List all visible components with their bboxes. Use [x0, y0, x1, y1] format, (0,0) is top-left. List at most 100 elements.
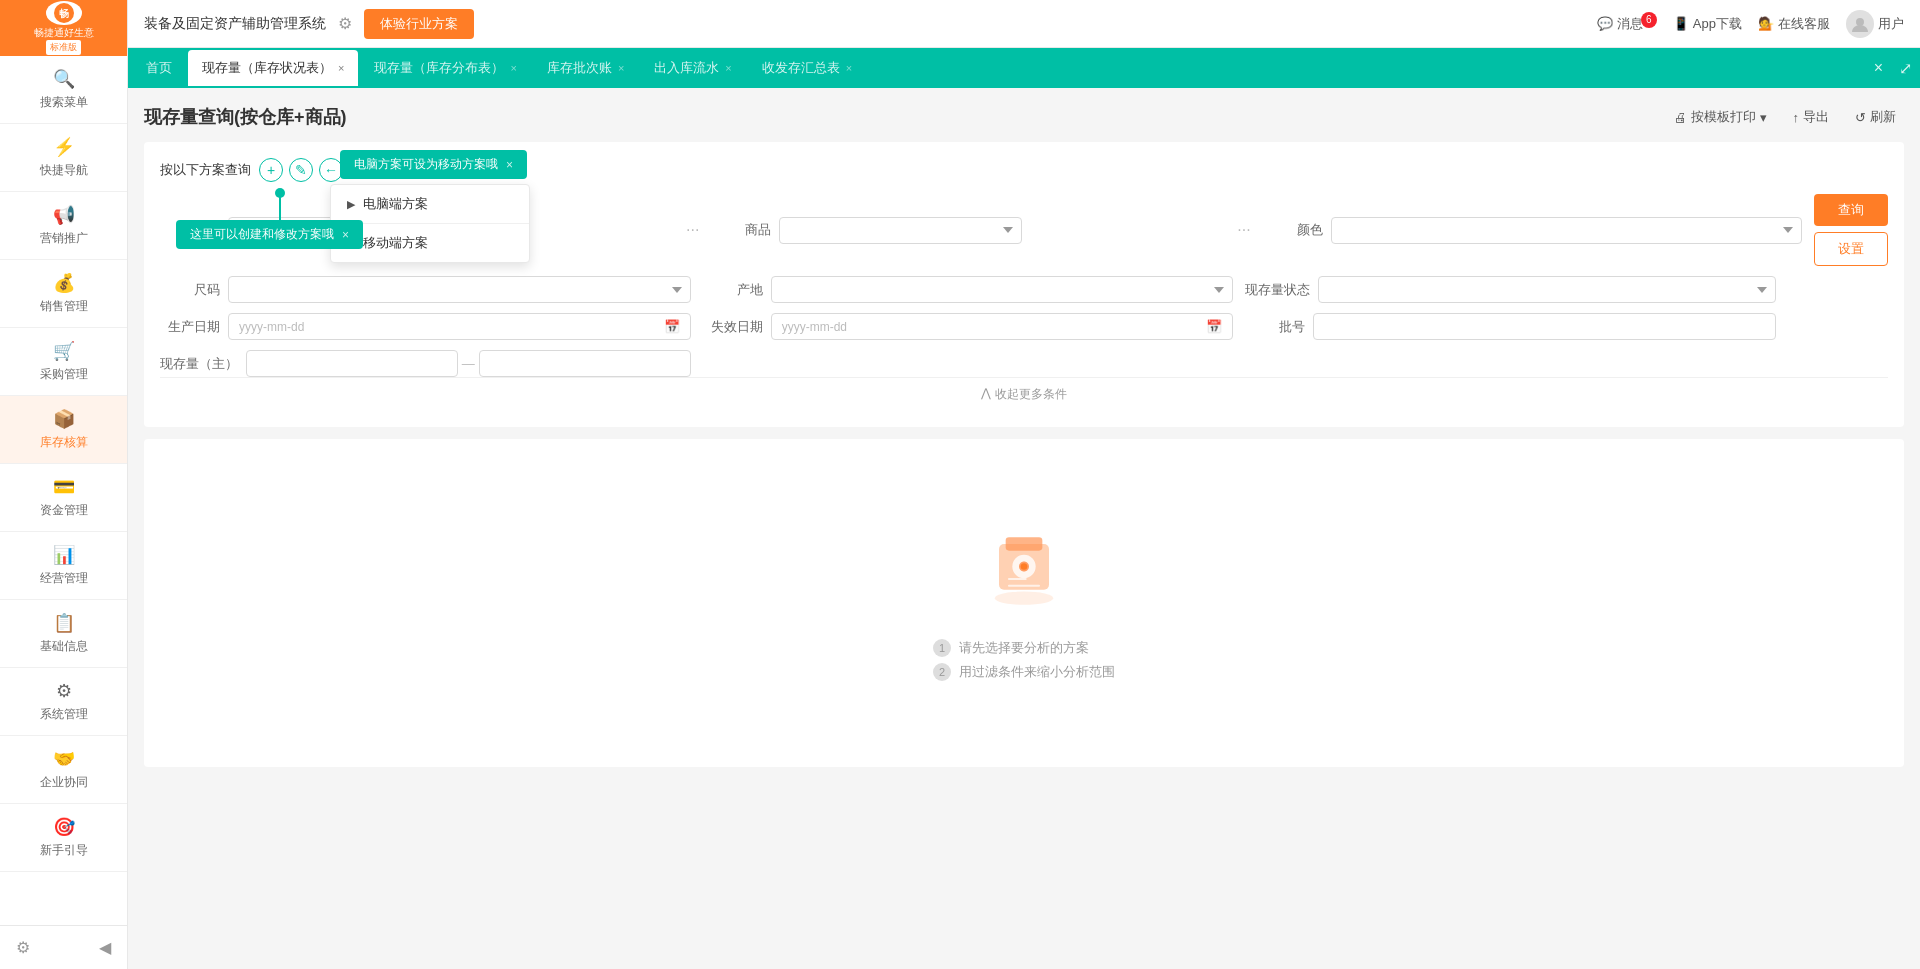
range-dash: —: [462, 356, 475, 371]
sidebar-item-finance[interactable]: 💳 资金管理: [0, 464, 127, 532]
footer-settings-icon[interactable]: ⚙: [16, 938, 30, 957]
system-title: 装备及固定资产辅助管理系统: [144, 15, 326, 33]
basic-icon: 📋: [53, 612, 75, 634]
messages-btn[interactable]: 💬 消息 6: [1597, 15, 1657, 33]
topbar-settings-icon[interactable]: ⚙: [338, 14, 352, 33]
batch-label: 批号: [1245, 318, 1305, 336]
sidebar-item-collab[interactable]: 🤝 企业协同: [0, 736, 127, 804]
sidebar-item-sales[interactable]: 💰 销售管理: [0, 260, 127, 328]
footer-collapse-icon[interactable]: ◀: [99, 938, 111, 957]
tab-summary[interactable]: 收发存汇总表 ×: [748, 50, 866, 86]
batch-input[interactable]: [1313, 313, 1776, 340]
color-select[interactable]: [1331, 217, 1802, 244]
stock-main-to[interactable]: [479, 350, 691, 377]
scheme-tooltip: 电脑方案可设为移动方案哦 ×: [340, 150, 527, 179]
hint-num-2: 2: [933, 663, 951, 681]
scheme-tooltip-close[interactable]: ×: [506, 158, 513, 172]
sidebar-item-basic[interactable]: 📋 基础信息: [0, 600, 127, 668]
edit-tooltip: 这里可以创建和修改方案哦 ×: [176, 220, 363, 249]
scheme-pc[interactable]: ▶ 电脑端方案: [331, 185, 529, 224]
tab-close-inout[interactable]: ×: [725, 62, 731, 74]
sidebar-item-stock[interactable]: 📦 库存核算: [0, 396, 127, 464]
sidebar: 畅 畅捷通好生意 标准版 🔍 搜索菜单 ⚡ 快捷导航 📢 营销推广 💰 销售管理…: [0, 0, 128, 969]
filter-area: 按以下方案查询 + ✎ ← 电脑方案可设为移动方案哦: [144, 142, 1904, 427]
message-badge: 6: [1641, 12, 1657, 28]
svg-point-3: [995, 592, 1053, 605]
logo-text: 畅捷通好生意: [34, 27, 94, 39]
search-icon: 🔍: [53, 68, 75, 90]
produce-date-placeholder: yyyy-mm-dd: [239, 320, 304, 334]
filter-label: 按以下方案查询: [160, 161, 251, 179]
reset-btn[interactable]: 设置: [1814, 232, 1888, 266]
tab-stock-dist[interactable]: 现存量（库存分布表） ×: [360, 50, 530, 86]
tab-close-summary[interactable]: ×: [846, 62, 852, 74]
add-icon: +: [267, 162, 275, 178]
tabbar-right: × ⤢: [1870, 55, 1916, 82]
logo-icon: 畅: [46, 1, 82, 25]
product-dots: ···: [1030, 221, 1251, 239]
page-header: 现存量查询(按仓库+商品) 🖨 按模板打印 ▾ ↑ 导出 ↺ 刷新: [144, 104, 1904, 130]
query-btn[interactable]: 查询: [1814, 194, 1888, 226]
sidebar-item-guide[interactable]: 🎯 新手引导: [0, 804, 127, 872]
tab-home[interactable]: 首页: [132, 50, 186, 86]
tab-batch[interactable]: 库存批次账 ×: [533, 50, 638, 86]
edit-tooltip-close[interactable]: ×: [342, 228, 349, 242]
sidebar-item-purchase[interactable]: 🛒 采购管理: [0, 328, 127, 396]
experience-btn[interactable]: 体验行业方案: [364, 9, 474, 39]
content: 现存量查询(按仓库+商品) 🖨 按模板打印 ▾ ↑ 导出 ↺ 刷新: [128, 88, 1920, 969]
filter-cell-color: 颜色: [1263, 217, 1802, 244]
sidebar-item-marketing[interactable]: 📢 营销推广: [0, 192, 127, 260]
tab-inout[interactable]: 出入库流水 ×: [640, 50, 745, 86]
expire-date-input[interactable]: yyyy-mm-dd 📅: [771, 313, 1234, 340]
tab-close-stock-status[interactable]: ×: [338, 62, 344, 74]
stock-main-from[interactable]: [246, 350, 458, 377]
size-label: 尺码: [160, 281, 220, 299]
collapse-bar[interactable]: ⋀ 收起更多条件: [160, 377, 1888, 411]
filter-row-2: 尺码 产地 现存量状态: [160, 276, 1888, 303]
logo-badge: 标准版: [46, 40, 81, 55]
refresh-btn[interactable]: ↺ 刷新: [1847, 104, 1904, 130]
tab-close-stock-dist[interactable]: ×: [510, 62, 516, 74]
main-area: 装备及固定资产辅助管理系统 ⚙ 体验行业方案 💬 消息 6 📱 App下载 💁 …: [128, 0, 1920, 969]
app-download-btn[interactable]: 📱 App下载: [1673, 15, 1742, 33]
fullscreen-icon[interactable]: ⤢: [1895, 55, 1916, 82]
pc-arrow-icon: ▶: [347, 198, 355, 211]
hint-1: 1 请先选择要分析的方案: [933, 639, 1115, 657]
hint-num-1: 1: [933, 639, 951, 657]
guide-icon: 🎯: [53, 816, 75, 838]
stock-status-select[interactable]: [1318, 276, 1776, 303]
service-icon: 💁: [1758, 16, 1774, 31]
add-scheme-btn[interactable]: +: [259, 158, 283, 182]
hint-2: 2 用过滤条件来缩小分析范围: [933, 663, 1115, 681]
sidebar-item-management[interactable]: 📊 经营管理: [0, 532, 127, 600]
print-dropdown-icon: ▾: [1760, 110, 1767, 125]
color-label: 颜色: [1263, 221, 1323, 239]
svg-text:畅: 畅: [59, 8, 69, 19]
topbar-right: 💬 消息 6 📱 App下载 💁 在线客服 用户: [1597, 10, 1904, 38]
edit-scheme-btn[interactable]: ✎: [289, 158, 313, 182]
filter-cell-stock-main: 现存量（主） —: [160, 350, 691, 377]
product-select[interactable]: [779, 217, 1022, 244]
edit-icon: ✎: [295, 162, 307, 178]
empty-illustration: [974, 519, 1074, 619]
filter-header: 按以下方案查询 + ✎ ← 电脑方案可设为移动方案哦: [160, 158, 1888, 182]
product-label: 商品: [711, 221, 771, 239]
user-menu[interactable]: 用户: [1846, 10, 1904, 38]
nav-icon: ⚡: [53, 136, 75, 158]
query-actions: 查询 设置: [1814, 194, 1888, 266]
phone-icon: 📱: [1673, 16, 1689, 31]
message-icon: 💬: [1597, 16, 1613, 31]
print-btn[interactable]: 🖨 按模板打印 ▾: [1666, 104, 1775, 130]
sidebar-item-system[interactable]: ⚙ 系统管理: [0, 668, 127, 736]
size-select[interactable]: [228, 276, 691, 303]
tab-close-batch[interactable]: ×: [618, 62, 624, 74]
online-service-btn[interactable]: 💁 在线客服: [1758, 15, 1830, 33]
origin-select[interactable]: [771, 276, 1234, 303]
tab-stock-status[interactable]: 现存量（库存状况表） ×: [188, 50, 358, 86]
sidebar-item-search[interactable]: 🔍 搜索菜单: [0, 56, 127, 124]
produce-date-input[interactable]: yyyy-mm-dd 📅: [228, 313, 691, 340]
close-all-icon[interactable]: ×: [1870, 55, 1887, 81]
export-icon: ↑: [1793, 110, 1800, 125]
sidebar-item-nav[interactable]: ⚡ 快捷导航: [0, 124, 127, 192]
export-btn[interactable]: ↑ 导出: [1785, 104, 1838, 130]
